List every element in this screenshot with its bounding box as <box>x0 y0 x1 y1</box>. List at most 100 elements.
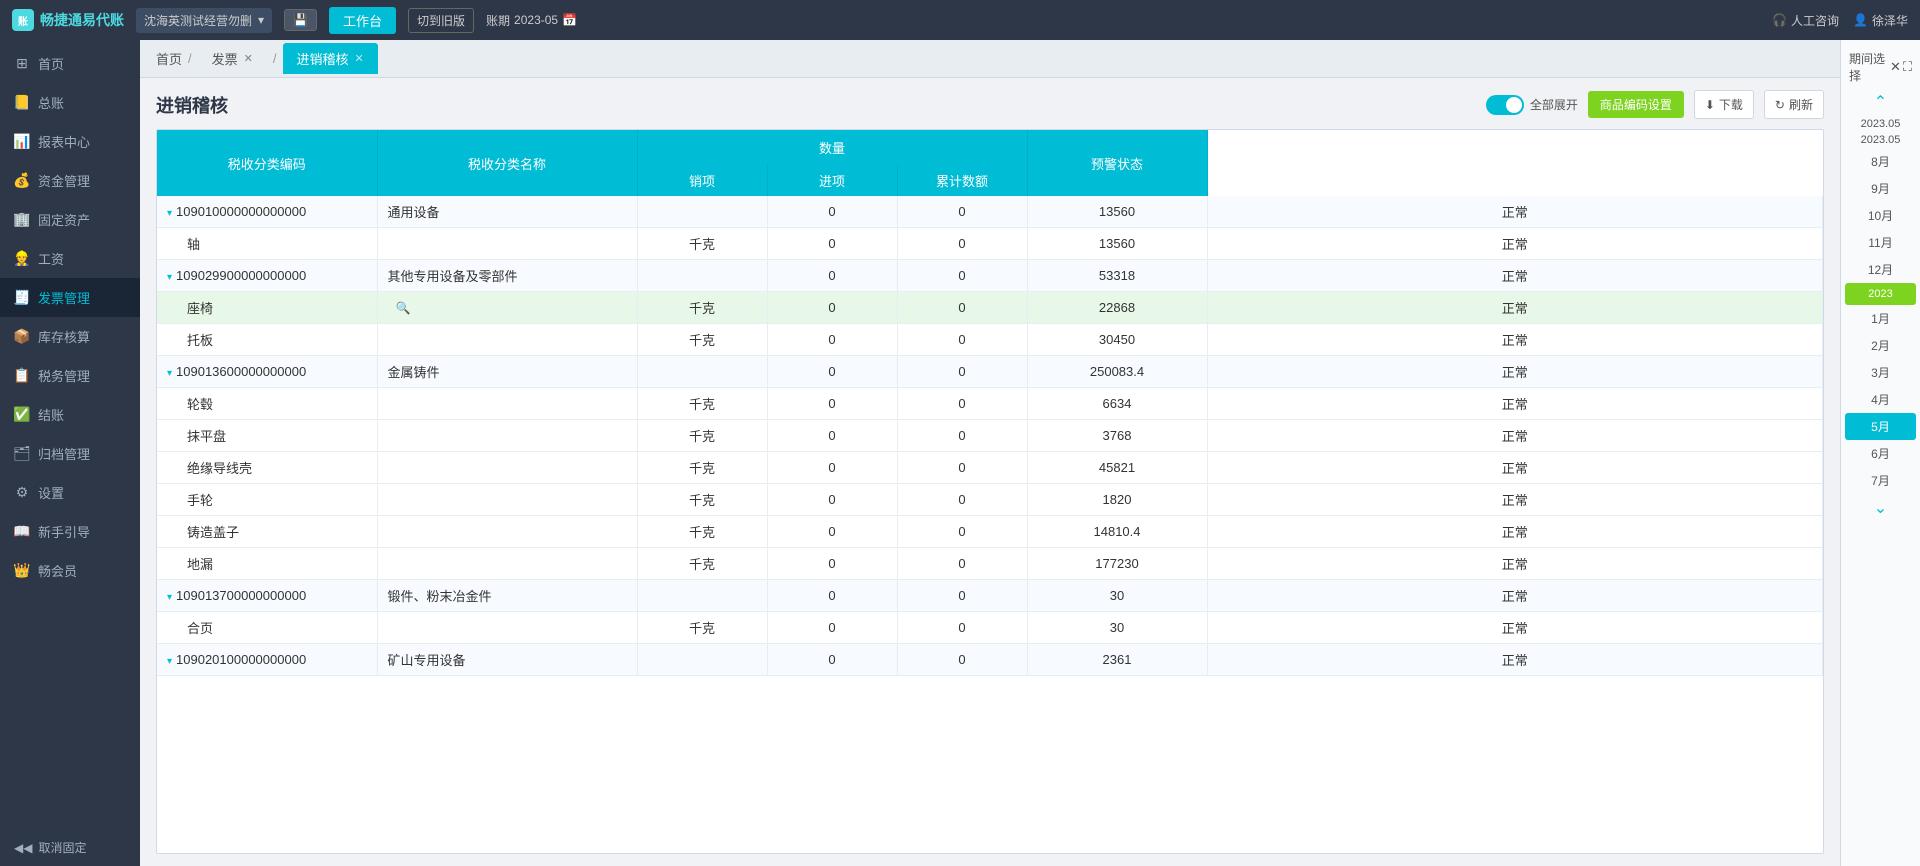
sidebar-item-salary[interactable]: 👷 工资 <box>0 239 140 278</box>
cell-purchase: 0 <box>897 420 1027 452</box>
download-icon: ⬇ <box>1705 98 1715 112</box>
cell-total: 6634 <box>1027 388 1207 420</box>
refresh-button[interactable]: ↻ 刷新 <box>1764 90 1824 119</box>
cell-code: 绝缘导线壳 <box>157 452 377 484</box>
cell-unit: 千克 <box>637 612 767 644</box>
scroll-down-arrow[interactable]: ⌄ <box>1841 494 1920 522</box>
sidebar-unpin[interactable]: ◀◀ 取消固定 <box>0 829 140 866</box>
download-button[interactable]: ⬇ 下载 <box>1694 90 1754 119</box>
cell-code: 地漏 <box>157 548 377 580</box>
sidebar-label-settings: 设置 <box>38 483 64 502</box>
period-row[interactable]: 2023.05 <box>1841 116 1920 132</box>
tab-invoice-close[interactable]: ✕ <box>244 52 253 65</box>
help-label: 人工咨询 <box>1791 12 1839 29</box>
ledger-icon: 📒 <box>14 95 30 111</box>
panel-expand-button[interactable]: ⛶ <box>1903 59 1912 75</box>
sidebar-item-checkout[interactable]: ✅ 结账 <box>0 395 140 434</box>
sidebar-item-vip[interactable]: 👑 畅会员 <box>0 551 140 590</box>
cell-sales: 0 <box>767 388 897 420</box>
sidebar-item-home[interactable]: ⊞ 首页 <box>0 44 140 83</box>
funds-icon: 💰 <box>14 173 30 189</box>
scroll-up-arrow[interactable]: ⌃ <box>1841 88 1920 116</box>
user-area[interactable]: 👤 徐泽华 <box>1853 12 1908 29</box>
cell-status: 正常 <box>1207 516 1823 548</box>
cell-status: 正常 <box>1207 388 1823 420</box>
salary-icon: 👷 <box>14 251 30 267</box>
sidebar-label-checkout: 结账 <box>38 405 64 424</box>
cell-status: 正常 <box>1207 484 1823 516</box>
month-item[interactable]: 6月 <box>1841 440 1920 467</box>
company-name: 沈海英测试经营勿删 <box>144 12 252 29</box>
month-item[interactable]: 4月 <box>1841 386 1920 413</box>
calendar-icon[interactable]: 📅 <box>562 13 577 27</box>
year-marker[interactable]: 2023 <box>1845 283 1916 305</box>
tab-home[interactable]: 首页 <box>156 49 182 68</box>
cell-total: 14810.4 <box>1027 516 1207 548</box>
cell-purchase: 0 <box>897 292 1027 324</box>
toggle-expand-switch[interactable] <box>1486 95 1524 115</box>
expand-icon[interactable]: ▾ <box>167 592 172 603</box>
dropdown-icon: ▾ <box>258 13 264 27</box>
period-row[interactable]: 2023.05 <box>1841 132 1920 148</box>
panel-close-button[interactable]: ✕ <box>1890 59 1901 75</box>
th-name: 税收分类名称 <box>377 130 637 196</box>
cell-name <box>377 484 637 516</box>
sidebar-item-archive[interactable]: 🗂 归档管理 <box>0 434 140 473</box>
help-button[interactable]: 🎧 人工咨询 <box>1772 12 1839 29</box>
expand-icon[interactable]: ▾ <box>167 656 172 667</box>
page-content: 进销稽核 全部展开 商品编码设置 ⬇ 下载 ↻ 刷新 <box>140 78 1840 866</box>
expand-icon[interactable]: ▾ <box>167 368 172 379</box>
table-row: ▾109029900000000000其他专用设备及零部件0053318正常 <box>157 260 1823 292</box>
month-item[interactable]: 9月 <box>1841 175 1920 202</box>
sidebar-item-tax[interactable]: 📋 税务管理 <box>0 356 140 395</box>
month-item[interactable]: 2月 <box>1841 332 1920 359</box>
cell-total: 1820 <box>1027 484 1207 516</box>
sidebar-item-funds[interactable]: 💰 资金管理 <box>0 161 140 200</box>
tab-reconcile[interactable]: 进销稽核 ✕ <box>283 43 378 74</box>
sidebar-item-guide[interactable]: 📖 新手引导 <box>0 512 140 551</box>
sidebar-label-tax: 税务管理 <box>38 366 90 385</box>
table-row: ▾109013700000000000锻件、粉末冶金件0030正常 <box>157 580 1823 612</box>
save-button[interactable]: 💾 <box>284 9 317 31</box>
month-item[interactable]: 10月 <box>1841 202 1920 229</box>
cell-code: ▾109013700000000000 <box>157 580 377 612</box>
workbench-button[interactable]: 工作台 <box>329 7 396 34</box>
cell-unit: 千克 <box>637 324 767 356</box>
sidebar-item-inventory[interactable]: 📦 库存核算 <box>0 317 140 356</box>
expand-icon[interactable]: ▾ <box>167 208 172 219</box>
month-item[interactable]: 1月 <box>1841 305 1920 332</box>
company-selector[interactable]: 沈海英测试经营勿删 ▾ <box>136 8 272 33</box>
cell-purchase: 0 <box>897 548 1027 580</box>
cell-total: 30 <box>1027 580 1207 612</box>
cell-name <box>377 228 637 260</box>
cell-code: 合页 <box>157 612 377 644</box>
sidebar-item-invoice[interactable]: 🧾 发票管理 <box>0 278 140 317</box>
sidebar-item-ledger[interactable]: 📒 总账 <box>0 83 140 122</box>
sidebar-item-settings[interactable]: ⚙ 设置 <box>0 473 140 512</box>
sidebar-item-reports[interactable]: 📊 报表中心 <box>0 122 140 161</box>
sidebar-item-assets[interactable]: 🏢 固定资产 <box>0 200 140 239</box>
cell-purchase: 0 <box>897 356 1027 388</box>
tab-invoice[interactable]: 发票 ✕ <box>198 43 267 74</box>
sidebar-label-vip: 畅会员 <box>38 561 77 580</box>
product-code-button[interactable]: 商品编码设置 <box>1588 91 1684 118</box>
toggle-all-area: 全部展开 <box>1486 95 1578 115</box>
table-row: 轮毂千克006634正常 <box>157 388 1823 420</box>
month-item[interactable]: 3月 <box>1841 359 1920 386</box>
cell-sales: 0 <box>767 452 897 484</box>
tab-reconcile-close[interactable]: ✕ <box>355 52 364 65</box>
table-row: 轴千克0013560正常 <box>157 228 1823 260</box>
th-sales: 销项 <box>637 165 767 196</box>
expand-icon[interactable]: ▾ <box>167 272 172 283</box>
month-item[interactable]: 7月 <box>1841 467 1920 494</box>
month-item[interactable]: 12月 <box>1841 256 1920 283</box>
cell-status: 正常 <box>1207 260 1823 292</box>
cell-name <box>377 388 637 420</box>
search-icon[interactable]: 🔍 <box>396 301 411 315</box>
home-icon: ⊞ <box>14 56 30 72</box>
cell-code: ▾109010000000000000 <box>157 196 377 228</box>
month-item[interactable]: 8月 <box>1841 148 1920 175</box>
old-version-button[interactable]: 切到旧版 <box>408 8 474 33</box>
month-item[interactable]: 5月 <box>1845 413 1916 440</box>
month-item[interactable]: 11月 <box>1841 229 1920 256</box>
